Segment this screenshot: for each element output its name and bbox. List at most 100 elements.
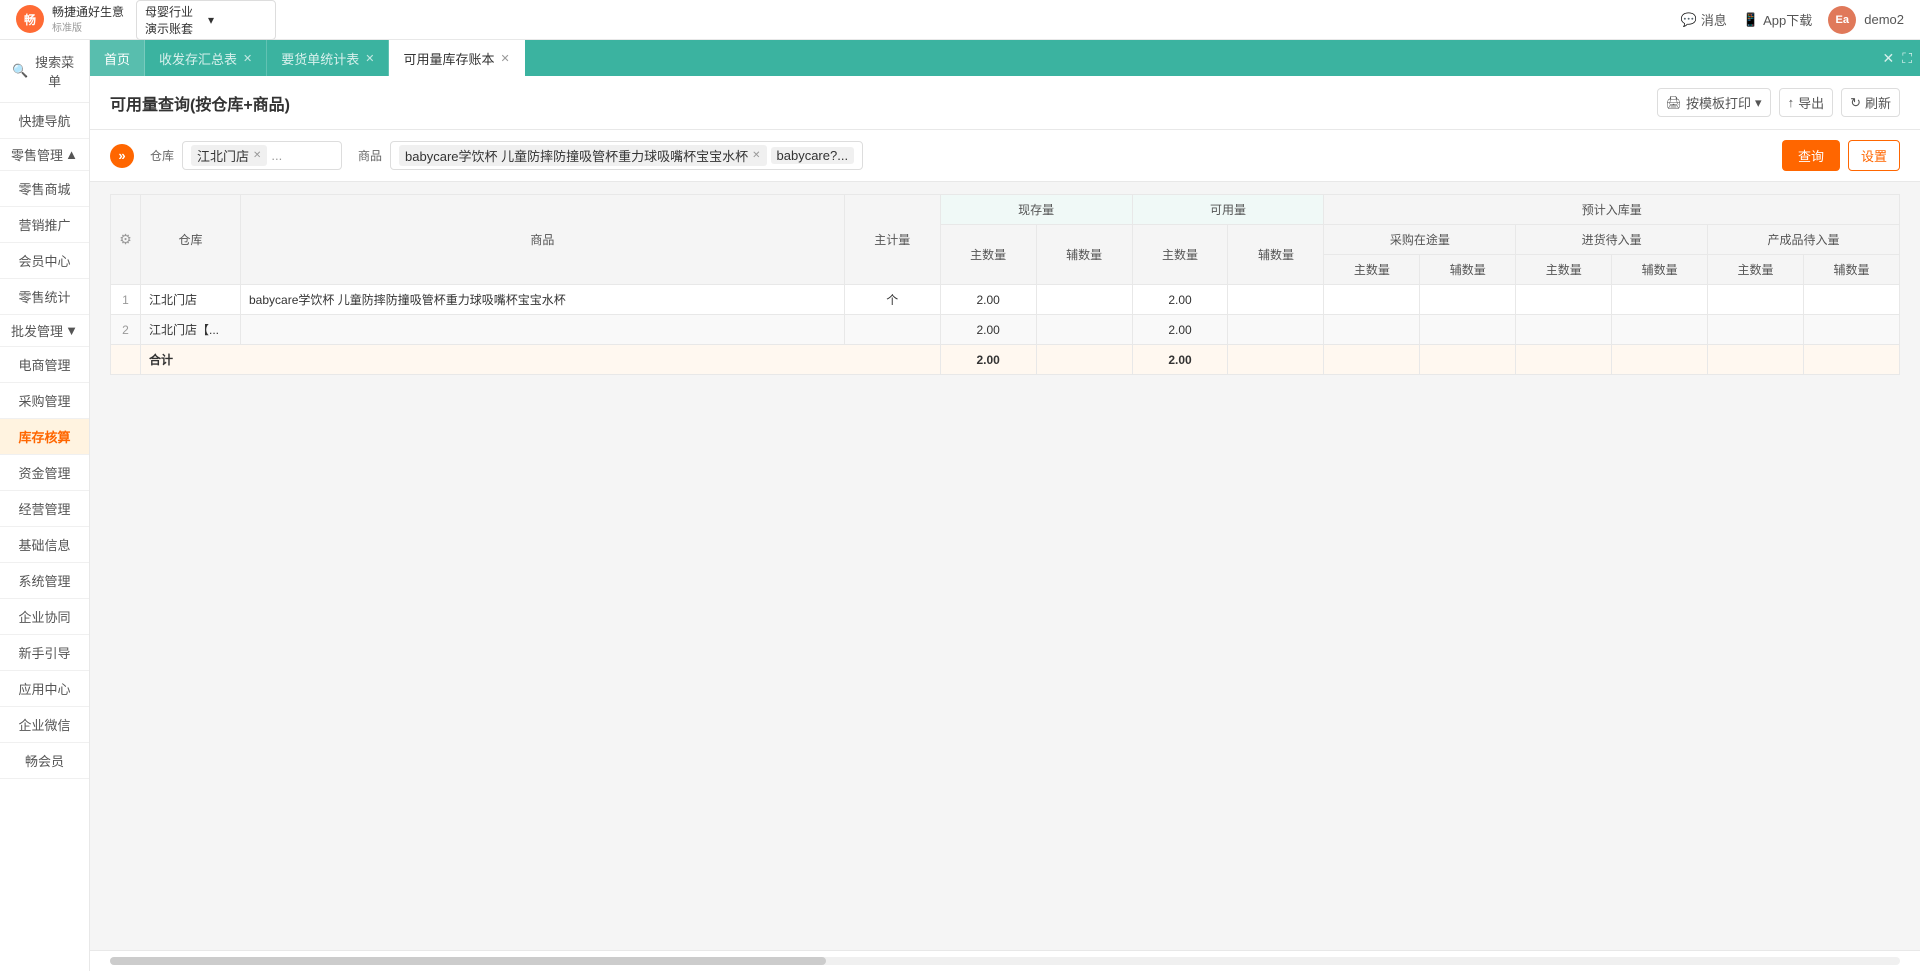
- top-bar-right: 💬 消息 📱 App下载 Ea demo2: [1681, 6, 1904, 34]
- print-button[interactable]: 🖨 按模板打印 ▾: [1657, 88, 1771, 117]
- query-button[interactable]: 查询: [1782, 140, 1840, 171]
- search-menu-button[interactable]: 🔍 搜索菜单: [8, 48, 81, 94]
- sidebar-item-label: 批发管理: [11, 321, 63, 340]
- row-purchase-main: [1324, 285, 1420, 315]
- th-purchase-aux: 辅数量: [1420, 255, 1516, 285]
- logo-icon: 畅: [16, 5, 44, 33]
- sidebar: 🔍 搜索菜单 快捷导航 零售管理 ▲ 零售商城 营销推广 会员中心 零售统计 批…: [0, 40, 90, 971]
- app-download-icon: 📱: [1743, 12, 1759, 28]
- warehouse-label: 仓库: [150, 147, 174, 164]
- sidebar-item-quick-nav[interactable]: 快捷导航: [0, 103, 89, 139]
- sidebar-item-basic-info[interactable]: 基础信息: [0, 527, 89, 563]
- tab-controls: ✕ ⛶: [1874, 50, 1920, 67]
- tab-close-icon[interactable]: ✕: [501, 52, 510, 65]
- th-production-pending: 产成品待入量: [1708, 225, 1900, 255]
- sidebar-item-retail-stats[interactable]: 零售统计: [0, 279, 89, 315]
- sidebar-item-new-guide[interactable]: 新手引导: [0, 635, 89, 671]
- summary-available-aux: [1228, 345, 1324, 375]
- tab-label: 可用量库存账本: [403, 49, 494, 68]
- row-available-aux: [1228, 315, 1324, 345]
- row-warehouse: 江北门店【...: [141, 315, 241, 345]
- row-stock-main: 2.00: [940, 285, 1036, 315]
- sidebar-item-enterprise[interactable]: 企业协同: [0, 599, 89, 635]
- export-button[interactable]: ↑ 导出: [1779, 88, 1834, 117]
- summary-stock-main: 2.00: [940, 345, 1036, 375]
- sidebar-item-operations[interactable]: 经营管理: [0, 491, 89, 527]
- row-available-aux: [1228, 285, 1324, 315]
- message-button[interactable]: 💬 消息: [1681, 10, 1727, 29]
- row-inbound-aux: [1612, 315, 1708, 345]
- sidebar-item-vip[interactable]: 畅会员: [0, 743, 89, 779]
- org-select-label: 母婴行业演示账套: [145, 3, 204, 37]
- sidebar-item-label: 快捷导航: [18, 114, 70, 129]
- warehouse-tag-value: 江北门店: [197, 146, 249, 165]
- row-num: 1: [111, 285, 141, 315]
- row-purchase-aux: [1420, 285, 1516, 315]
- product-input[interactable]: babycare学饮杯 儿童防摔防撞吸管杯重力球吸嘴杯宝宝水杯 ✕ babyca…: [390, 141, 863, 170]
- sidebar-item-marketing[interactable]: 营销推广: [0, 207, 89, 243]
- filter-toggle-button[interactable]: »: [110, 144, 134, 168]
- warehouse-tag-close-icon[interactable]: ✕: [253, 150, 261, 161]
- search-menu-label: 搜索菜单: [32, 52, 77, 90]
- app-download-button[interactable]: 📱 App下载: [1743, 10, 1812, 29]
- table-row: 2 江北门店【... 2.00 2.00: [111, 315, 1900, 345]
- tab-expand-icon[interactable]: ⛶: [1902, 50, 1912, 67]
- double-arrow-icon: »: [118, 148, 125, 163]
- warehouse-more-icon[interactable]: ...: [271, 148, 282, 163]
- message-label: 消息: [1701, 10, 1727, 29]
- row-production-aux: [1804, 285, 1900, 315]
- org-select[interactable]: 母婴行业演示账套 ▾: [136, 0, 276, 40]
- summary-purchase-main: [1324, 345, 1420, 375]
- sidebar-item-retail-mgmt[interactable]: 零售管理 ▲: [0, 139, 89, 171]
- product-tag-2: babycare?...: [771, 147, 855, 164]
- row-unit: 个: [844, 285, 940, 315]
- chevron-down-icon: ▾: [1755, 95, 1762, 111]
- expand-icon: ▲: [65, 147, 78, 162]
- sidebar-item-ecommerce[interactable]: 电商管理: [0, 347, 89, 383]
- horizontal-scrollbar-track[interactable]: [110, 957, 1900, 965]
- row-inbound-aux: [1612, 285, 1708, 315]
- sidebar-item-enterprise-wechat[interactable]: 企业微信: [0, 707, 89, 743]
- page-actions: 🖨 按模板打印 ▾ ↑ 导出 ↻ 刷新: [1657, 88, 1901, 117]
- row-production-main: [1708, 315, 1804, 345]
- sidebar-item-label: 经营管理: [18, 502, 70, 517]
- horizontal-scrollbar-thumb[interactable]: [110, 957, 826, 965]
- sidebar-item-label: 畅会员: [25, 754, 64, 769]
- row-stock-aux: [1036, 285, 1132, 315]
- settings-button[interactable]: 设置: [1848, 140, 1900, 171]
- sidebar-item-label: 基础信息: [18, 538, 70, 553]
- logo-sub: 标准版: [52, 19, 124, 34]
- tab-available-inventory[interactable]: 可用量库存账本 ✕: [389, 40, 524, 76]
- main-layout: 🔍 搜索菜单 快捷导航 零售管理 ▲ 零售商城 营销推广 会员中心 零售统计 批…: [0, 40, 1920, 971]
- tab-close-all-icon[interactable]: ✕: [1882, 50, 1894, 67]
- product-tag-close-icon[interactable]: ✕: [752, 150, 760, 161]
- sidebar-item-inventory[interactable]: 库存核算: [0, 419, 89, 455]
- product-tag-value: babycare?...: [777, 148, 849, 163]
- sidebar-item-purchase[interactable]: 采购管理: [0, 383, 89, 419]
- product-tag-1: babycare学饮杯 儿童防摔防撞吸管杯重力球吸嘴杯宝宝水杯 ✕: [399, 145, 766, 166]
- sidebar-item-system[interactable]: 系统管理: [0, 563, 89, 599]
- user-area[interactable]: Ea demo2: [1828, 6, 1904, 34]
- refresh-button[interactable]: ↻ 刷新: [1841, 88, 1900, 117]
- th-warehouse: 仓库: [141, 195, 241, 285]
- sidebar-item-member[interactable]: 会员中心: [0, 243, 89, 279]
- tab-close-icon[interactable]: ✕: [365, 52, 374, 65]
- sidebar-item-retail-mall[interactable]: 零售商城: [0, 171, 89, 207]
- sidebar-item-label: 库存核算: [18, 430, 70, 445]
- sidebar-item-finance[interactable]: 资金管理: [0, 455, 89, 491]
- table-header-row-1: ⚙ 仓库 商品 主计量 现存量 可用量 预计入库量: [111, 195, 1900, 225]
- gear-icon[interactable]: ⚙: [119, 231, 132, 247]
- sidebar-item-wholesale[interactable]: 批发管理 ▼: [0, 315, 89, 347]
- tab-receipt-summary[interactable]: 收发存汇总表 ✕: [145, 40, 267, 76]
- th-available-aux: 辅数量: [1228, 225, 1324, 285]
- sidebar-item-app-center[interactable]: 应用中心: [0, 671, 89, 707]
- sidebar-item-label: 零售统计: [18, 290, 70, 305]
- row-purchase-main: [1324, 315, 1420, 345]
- tab-home[interactable]: 首页: [90, 40, 145, 76]
- refresh-label: 刷新: [1865, 93, 1891, 112]
- tab-order-stats[interactable]: 要货单统计表 ✕: [267, 40, 389, 76]
- th-inbound-aux: 辅数量: [1612, 255, 1708, 285]
- warehouse-input[interactable]: 江北门店 ✕ ...: [182, 141, 342, 170]
- row-product: babycare学饮杯 儿童防摔防撞吸管杯重力球吸嘴杯宝宝水杯: [241, 285, 845, 315]
- tab-close-icon[interactable]: ✕: [243, 52, 252, 65]
